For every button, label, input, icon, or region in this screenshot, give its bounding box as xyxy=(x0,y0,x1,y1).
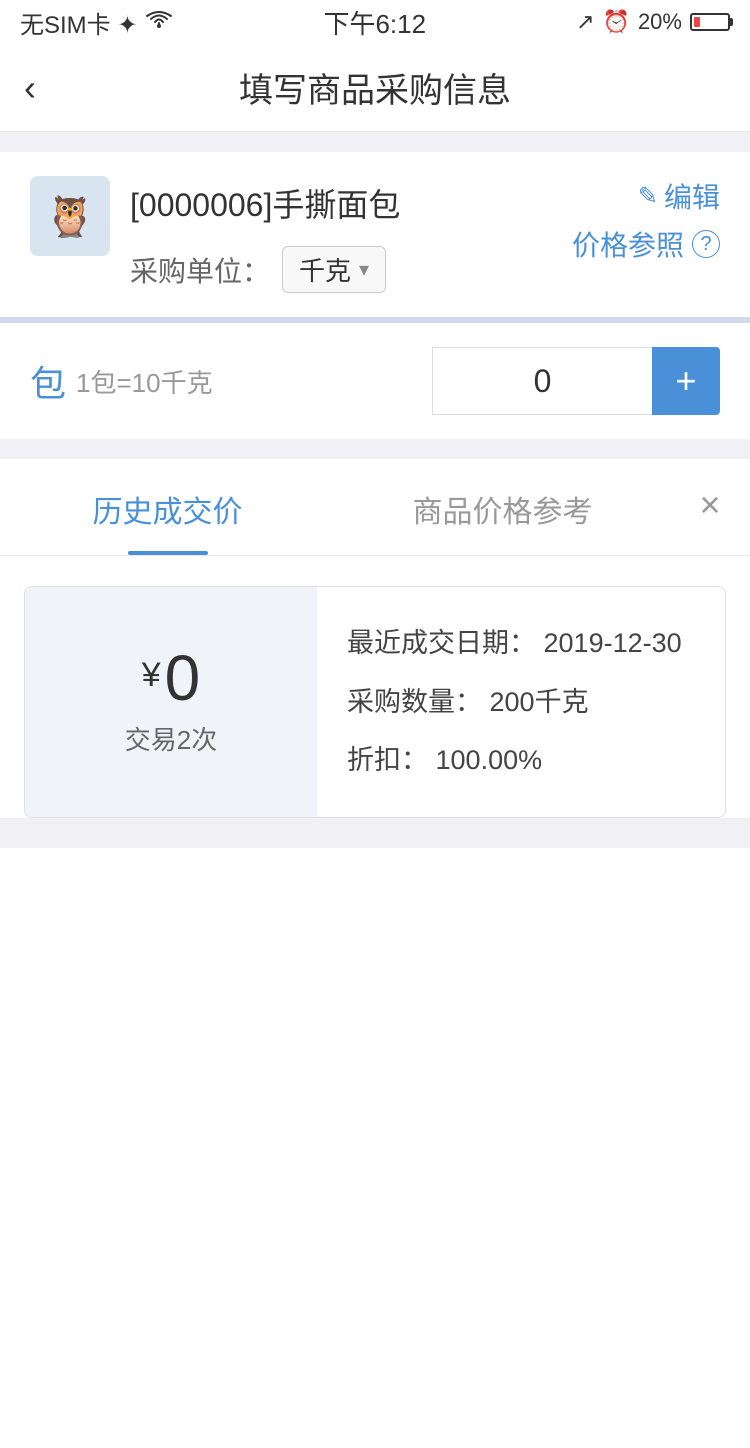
wifi-icon xyxy=(145,8,173,36)
recent-date-row: 最近成交日期： 2019-12-30 xyxy=(347,623,695,664)
recent-date-label: 最近成交日期： xyxy=(347,628,536,658)
tab-price-label: 商品价格参考 xyxy=(413,496,593,529)
quantity-left: 包 1包=10千克 xyxy=(30,355,213,407)
recent-date-value: 2019-12-30 xyxy=(544,628,682,658)
product-name: [0000006]手撕面包 xyxy=(130,180,400,226)
tabs-close-button[interactable]: × xyxy=(670,484,750,530)
unit-value: 千克 xyxy=(299,251,351,288)
battery-percent: 20% xyxy=(638,9,682,35)
unit-label: 采购单位： xyxy=(130,250,270,290)
purchase-qty-value: 200千克 xyxy=(490,687,589,717)
transaction-price-summary: ¥ 0 交易2次 xyxy=(25,587,317,817)
close-icon: × xyxy=(699,484,720,526)
quantity-unit: 包 xyxy=(30,355,66,407)
transaction-count: 交易2次 xyxy=(125,720,217,757)
status-time: 下午6:12 xyxy=(323,4,426,41)
discount-label: 折扣： xyxy=(347,745,428,775)
product-unit-row: 采购单位： 千克 ▾ xyxy=(130,246,400,293)
transaction-card: ¥ 0 交易2次 最近成交日期： 2019-12-30 采购数量： 200千克 … xyxy=(24,586,726,818)
battery-indicator xyxy=(690,13,730,31)
tab-history-price[interactable]: 历史成交价 xyxy=(0,459,335,555)
transaction-details: 最近成交日期： 2019-12-30 采购数量： 200千克 折扣： 100.0… xyxy=(317,587,725,817)
product-card: 🦉 [0000006]手撕面包 采购单位： 千克 ▾ ✎ 编辑 xyxy=(0,152,750,317)
purchase-qty-label: 采购数量： xyxy=(347,687,482,717)
page-title: 填写商品采购信息 xyxy=(239,63,511,112)
page-header: ‹ 填写商品采购信息 xyxy=(0,44,750,132)
product-left: 🦉 [0000006]手撕面包 采购单位： 千克 ▾ xyxy=(30,176,400,293)
product-right: ✎ 编辑 价格参照 ? xyxy=(572,176,720,264)
help-icon: ? xyxy=(692,230,720,258)
transaction-price-value: ¥ 0 xyxy=(142,646,201,710)
price-reference-button[interactable]: 价格参照 ? xyxy=(572,224,720,264)
tab-price-reference[interactable]: 商品价格参考 xyxy=(335,459,670,555)
product-image: 🦉 xyxy=(30,176,110,256)
discount-row: 折扣： 100.00% xyxy=(347,740,695,781)
quantity-row: 包 1包=10千克 + xyxy=(0,323,750,439)
alarm-icon: ⏰ xyxy=(603,9,630,35)
quantity-control: + xyxy=(432,347,720,415)
quantity-increment-button[interactable]: + xyxy=(652,347,720,415)
currency-symbol: ¥ xyxy=(142,646,161,695)
unit-selector[interactable]: 千克 ▾ xyxy=(282,246,386,293)
quantity-input[interactable] xyxy=(432,347,652,415)
status-left: 无SIM卡 ✦ xyxy=(20,5,173,40)
content-area xyxy=(0,848,750,1448)
discount-value: 100.00% xyxy=(436,745,543,775)
tabs-header: 历史成交价 商品价格参考 × xyxy=(0,459,750,556)
location-icon: ↗ xyxy=(576,9,594,35)
back-button[interactable]: ‹ xyxy=(24,67,36,109)
purchase-qty-row: 采购数量： 200千克 xyxy=(347,682,695,723)
edit-button[interactable]: ✎ 编辑 xyxy=(638,176,720,216)
edit-label: 编辑 xyxy=(664,176,720,216)
tab-history-label: 历史成交价 xyxy=(93,496,243,529)
carrier-text: 无SIM卡 ✦ xyxy=(20,5,137,40)
edit-icon: ✎ xyxy=(638,182,658,211)
tabs-section: 历史成交价 商品价格参考 × ¥ 0 交易2次 最近成交日期： 2019-12-… xyxy=(0,459,750,818)
quantity-conversion: 1包=10千克 xyxy=(76,363,213,400)
status-bar: 无SIM卡 ✦ 下午6:12 ↗ ⏰ 20% xyxy=(0,0,750,44)
plus-icon: + xyxy=(675,363,696,399)
product-thumbnail-icon: 🦉 xyxy=(45,193,95,240)
status-right: ↗ ⏰ 20% xyxy=(576,9,730,35)
price-ref-label: 价格参照 xyxy=(572,224,684,264)
price-number: 0 xyxy=(165,646,201,710)
unit-dropdown-icon: ▾ xyxy=(359,257,369,282)
product-info: [0000006]手撕面包 采购单位： 千克 ▾ xyxy=(130,176,400,293)
